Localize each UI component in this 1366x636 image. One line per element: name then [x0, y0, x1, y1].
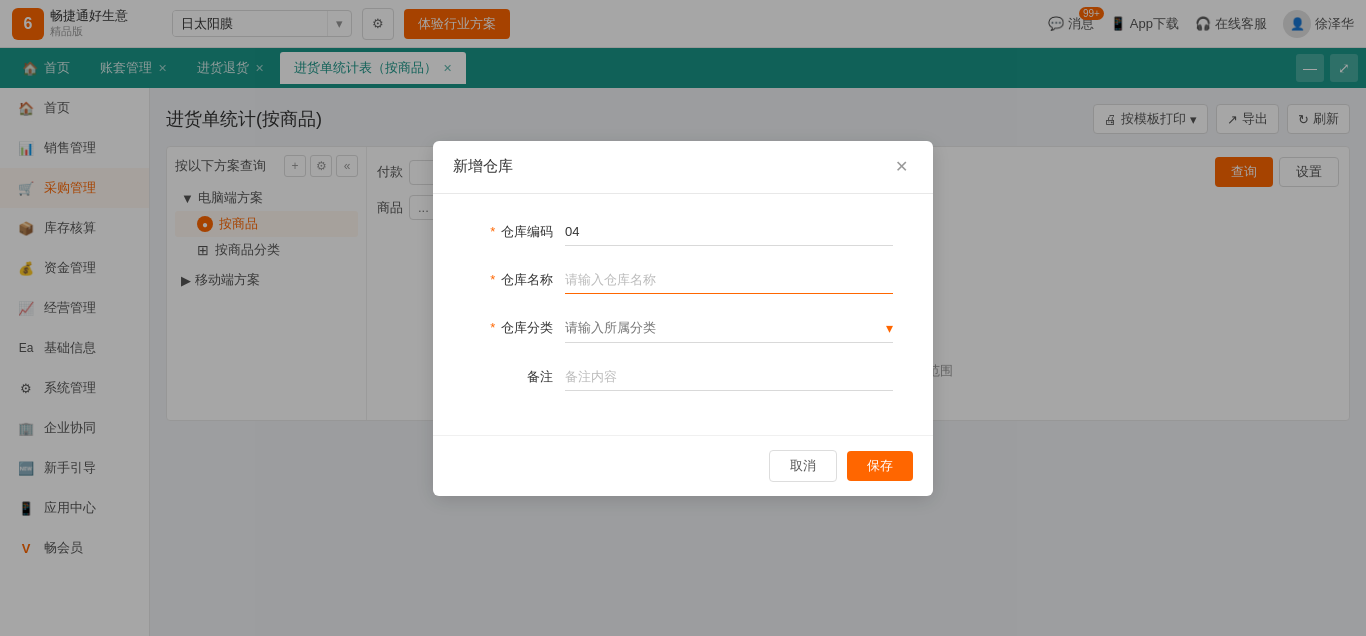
warehouse-category-input[interactable]	[565, 320, 886, 335]
modal-footer: 取消 保存	[433, 435, 933, 496]
warehouse-code-label: 仓库编码	[501, 224, 553, 239]
warehouse-category-label: 仓库分类	[501, 320, 553, 335]
warehouse-name-row: * 仓库名称	[473, 266, 893, 294]
warehouse-code-label-wrap: * 仓库编码	[473, 223, 553, 241]
note-label: 备注	[527, 369, 553, 384]
save-button[interactable]: 保存	[847, 451, 913, 481]
modal-close-button[interactable]: ✕	[889, 155, 913, 179]
new-warehouse-modal: 新增仓库 ✕ * 仓库编码 * 仓库名称	[433, 141, 933, 496]
warehouse-name-input[interactable]	[565, 266, 893, 294]
modal-body: * 仓库编码 * 仓库名称 * 仓库分类	[433, 194, 933, 435]
warehouse-category-row: * 仓库分类 ▾	[473, 314, 893, 343]
warehouse-code-row: * 仓库编码	[473, 218, 893, 246]
note-label-wrap: 备注	[473, 368, 553, 386]
note-input[interactable]	[565, 363, 893, 391]
modal-title: 新增仓库	[453, 157, 513, 176]
category-dropdown-icon[interactable]: ▾	[886, 320, 893, 336]
modal-header: 新增仓库 ✕	[433, 141, 933, 194]
warehouse-name-label: 仓库名称	[501, 272, 553, 287]
note-row: 备注	[473, 363, 893, 391]
warehouse-category-label-wrap: * 仓库分类	[473, 319, 553, 337]
warehouse-category-select-wrap[interactable]: ▾	[565, 314, 893, 343]
modal-overlay: 新增仓库 ✕ * 仓库编码 * 仓库名称	[0, 0, 1366, 636]
warehouse-name-label-wrap: * 仓库名称	[473, 271, 553, 289]
cancel-button[interactable]: 取消	[769, 450, 837, 482]
warehouse-code-input[interactable]	[565, 218, 893, 246]
